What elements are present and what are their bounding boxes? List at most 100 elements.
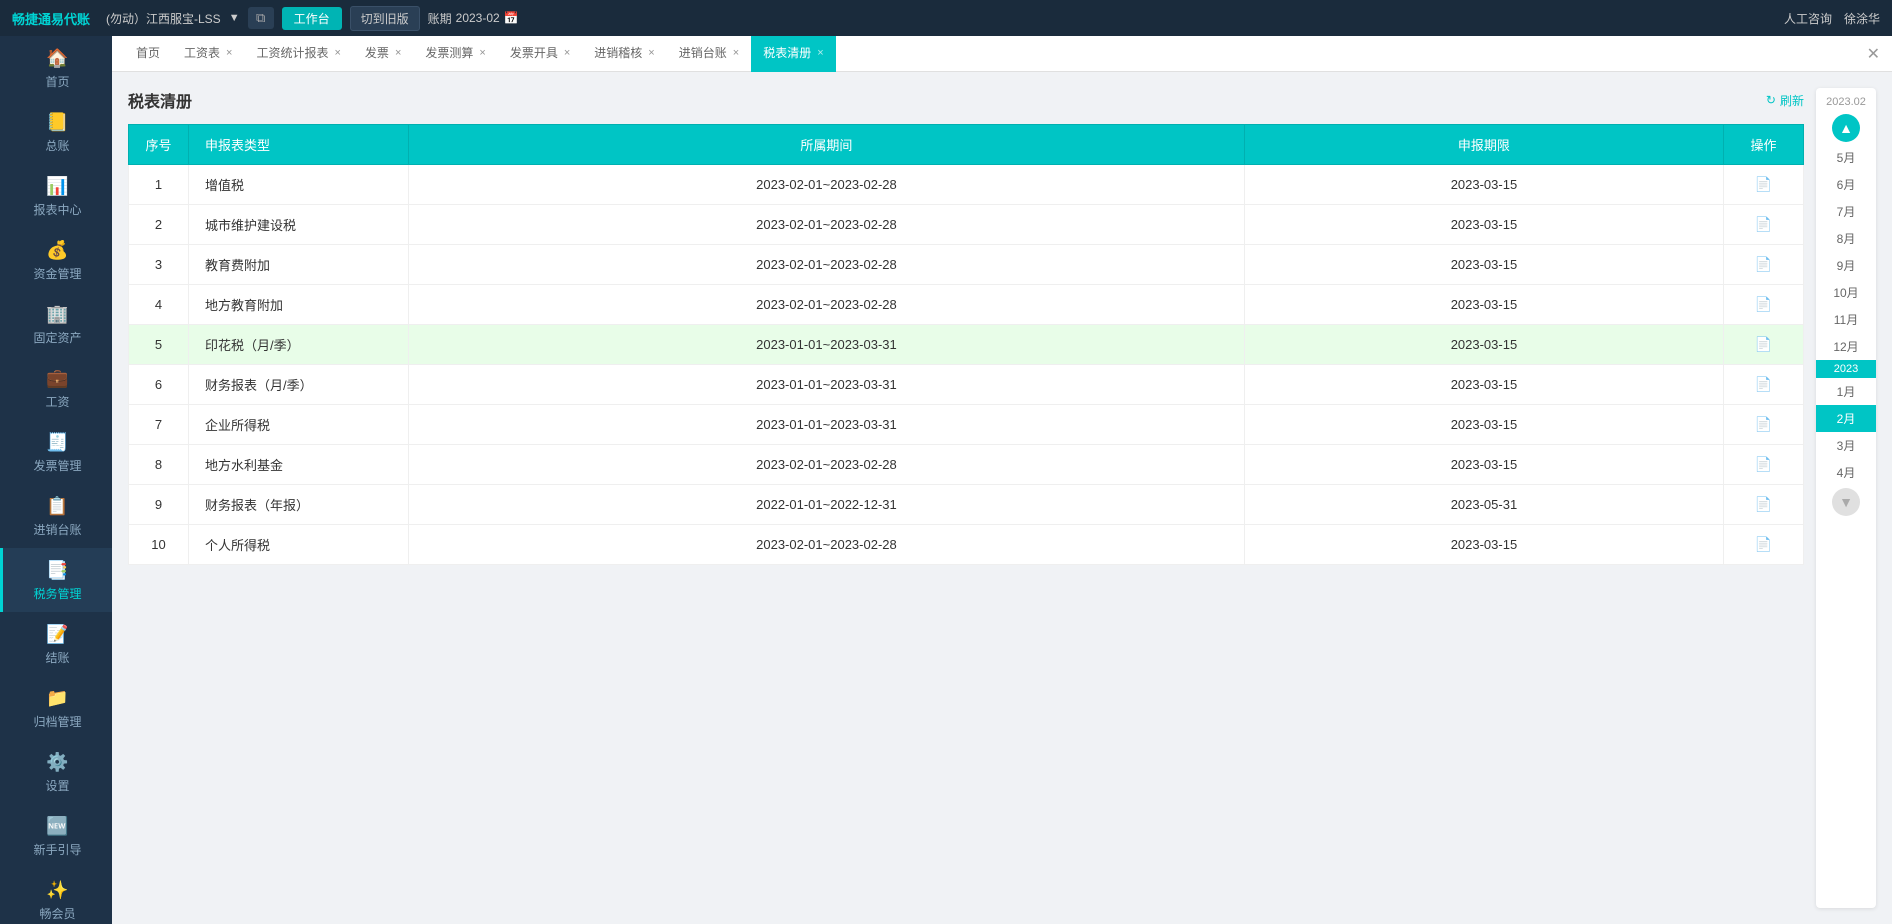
tab-tax-list-label: 税表清册 — [763, 44, 811, 61]
tab-invoice-close[interactable]: × — [395, 47, 401, 59]
cell-action: 📄 — [1724, 365, 1804, 405]
settle-icon: 📝 — [46, 624, 68, 645]
calendar-month-4[interactable]: 4月 — [1816, 459, 1876, 486]
sidebar-item-fund[interactable]: 💰 资金管理 — [0, 228, 112, 292]
action-icon[interactable]: 📄 — [1755, 536, 1772, 552]
action-icon[interactable]: 📄 — [1755, 416, 1772, 432]
sidebar-item-tax[interactable]: 📑 税务管理 — [0, 548, 112, 612]
calendar-month-12[interactable]: 12月 — [1816, 333, 1876, 360]
copy-icon-btn[interactable]: ⧉ — [248, 7, 274, 29]
action-icon[interactable]: 📄 — [1755, 176, 1772, 192]
sidebar: 🏠 首页 📒 总账 📊 报表中心 💰 资金管理 🏢 固定资产 💼 工资 🧾 发票… — [0, 36, 112, 924]
cell-type: 印花税（月/季） — [189, 325, 409, 365]
sidebar-item-report[interactable]: 📊 报表中心 — [0, 164, 112, 228]
cell-action: 📄 — [1724, 165, 1804, 205]
sidebar-item-invoice[interactable]: 🧾 发票管理 — [0, 420, 112, 484]
switch-version-button[interactable]: 切到旧版 — [350, 6, 420, 31]
fund-icon: 💰 — [46, 240, 68, 261]
table-row: 3 教育费附加 2023-02-01~2023-02-28 2023-03-15… — [129, 245, 1804, 285]
tab-purch-ledger-label: 进销台账 — [679, 44, 727, 61]
tab-invoice-calc[interactable]: 发票测算 × — [413, 36, 497, 72]
action-icon[interactable]: 📄 — [1755, 456, 1772, 472]
calendar-month-11[interactable]: 11月 — [1816, 306, 1876, 333]
sidebar-label-fixed: 固定资产 — [33, 329, 81, 346]
tab-purch-audit-close[interactable]: × — [648, 47, 654, 59]
sidebar-item-fixed[interactable]: 🏢 固定资产 — [0, 292, 112, 356]
tax-icon: 📑 — [46, 560, 68, 581]
tab-salary-table-label: 工资表 — [184, 44, 220, 61]
tab-salary-table[interactable]: 工资表 × — [172, 36, 244, 72]
cell-period: 2023-01-01~2023-03-31 — [409, 405, 1245, 445]
cell-type: 地方教育附加 — [189, 285, 409, 325]
sidebar-label-salary: 工资 — [45, 393, 69, 410]
company-dropdown[interactable]: ▼ — [229, 12, 240, 24]
cell-type: 教育费附加 — [189, 245, 409, 285]
tab-invoice[interactable]: 发票 × — [353, 36, 413, 72]
tab-home[interactable]: 首页 — [124, 36, 172, 72]
table-row: 1 增值税 2023-02-01~2023-02-28 2023-03-15 📄 — [129, 165, 1804, 205]
help-label[interactable]: 人工咨询 — [1784, 10, 1832, 27]
sidebar-item-home[interactable]: 🏠 首页 — [0, 36, 112, 100]
tab-tax-list[interactable]: 税表清册 × — [751, 36, 835, 72]
sidebar-label-fund: 资金管理 — [33, 265, 81, 282]
tab-purch-ledger[interactable]: 进销台账 × — [667, 36, 751, 72]
sidebar-label-archive: 归档管理 — [33, 713, 81, 730]
refresh-button[interactable]: ↻ 刷新 — [1766, 92, 1804, 109]
settings-icon: ⚙️ — [46, 752, 68, 773]
tab-tax-list-close[interactable]: × — [817, 47, 823, 59]
sidebar-item-newguide[interactable]: 🆕 新手引导 — [0, 804, 112, 868]
calendar-month-1[interactable]: 1月 — [1816, 378, 1876, 405]
action-icon[interactable]: 📄 — [1755, 496, 1772, 512]
tab-bar-close-all[interactable]: ✕ — [1867, 44, 1880, 64]
cell-period: 2023-01-01~2023-03-31 — [409, 365, 1245, 405]
sidebar-item-salary[interactable]: 💼 工资 — [0, 356, 112, 420]
tab-invoice-calc-label: 发票测算 — [425, 44, 473, 61]
calendar-month-5[interactable]: 5月 — [1816, 144, 1876, 171]
cell-period: 2023-02-01~2023-02-28 — [409, 245, 1245, 285]
calendar-up-nav[interactable]: ▲ — [1832, 114, 1860, 142]
calendar-month-8[interactable]: 8月 — [1816, 225, 1876, 252]
cell-seq: 7 — [129, 405, 189, 445]
right-calendar-panel: 2023.02 ▲ 5月 6月 7月 8月 9月 10月 11月 12月 202… — [1816, 88, 1876, 908]
user-label[interactable]: 徐涂华 — [1844, 10, 1880, 27]
cell-type: 城市维护建设税 — [189, 205, 409, 245]
cell-action: 📄 — [1724, 325, 1804, 365]
tab-invoice-calc-close[interactable]: × — [479, 47, 485, 59]
calendar-month-9[interactable]: 9月 — [1816, 252, 1876, 279]
table-row: 6 财务报表（月/季） 2023-01-01~2023-03-31 2023-0… — [129, 365, 1804, 405]
cell-type: 增值税 — [189, 165, 409, 205]
calendar-icon[interactable]: 📅 — [504, 11, 519, 25]
newguide-icon: 🆕 — [46, 816, 68, 837]
sidebar-item-settle[interactable]: 📝 结账 — [0, 612, 112, 676]
action-icon[interactable]: 📄 — [1755, 376, 1772, 392]
tab-purch-audit[interactable]: 进销稽核 × — [582, 36, 666, 72]
workspace-button[interactable]: 工作台 — [282, 7, 342, 30]
sidebar-item-vip[interactable]: ✨ 畅会员 — [0, 868, 112, 924]
calendar-month-7[interactable]: 7月 — [1816, 198, 1876, 225]
table-row: 8 地方水利基金 2023-02-01~2023-02-28 2023-03-1… — [129, 445, 1804, 485]
action-icon[interactable]: 📄 — [1755, 336, 1772, 352]
sidebar-item-purchsale[interactable]: 📋 进销台账 — [0, 484, 112, 548]
cell-seq: 10 — [129, 525, 189, 565]
action-icon[interactable]: 📄 — [1755, 256, 1772, 272]
sidebar-item-settings[interactable]: ⚙️ 设置 — [0, 740, 112, 804]
action-icon[interactable]: 📄 — [1755, 296, 1772, 312]
sidebar-label-newguide: 新手引导 — [33, 841, 81, 858]
col-deadline: 申报期限 — [1244, 125, 1723, 165]
tab-salary-report-close[interactable]: × — [334, 47, 340, 59]
calendar-down-nav[interactable]: ▼ — [1832, 488, 1860, 516]
calendar-month-6[interactable]: 6月 — [1816, 171, 1876, 198]
action-icon[interactable]: 📄 — [1755, 216, 1772, 232]
sidebar-label-report: 报表中心 — [33, 201, 81, 218]
calendar-month-2-active[interactable]: 2月 — [1816, 405, 1876, 432]
content-area: 首页 工资表 × 工资统计报表 × 发票 × 发票测算 × 发票开具 × — [112, 36, 1892, 924]
sidebar-item-ledger[interactable]: 📒 总账 — [0, 100, 112, 164]
calendar-month-10[interactable]: 10月 — [1816, 279, 1876, 306]
tab-purch-ledger-close[interactable]: × — [733, 47, 739, 59]
tab-salary-report[interactable]: 工资统计报表 × — [244, 36, 352, 72]
tab-invoice-issue[interactable]: 发票开具 × — [498, 36, 582, 72]
sidebar-item-archive[interactable]: 📁 归档管理 — [0, 676, 112, 740]
tab-invoice-issue-close[interactable]: × — [564, 47, 570, 59]
calendar-month-3[interactable]: 3月 — [1816, 432, 1876, 459]
tab-salary-table-close[interactable]: × — [226, 47, 232, 59]
